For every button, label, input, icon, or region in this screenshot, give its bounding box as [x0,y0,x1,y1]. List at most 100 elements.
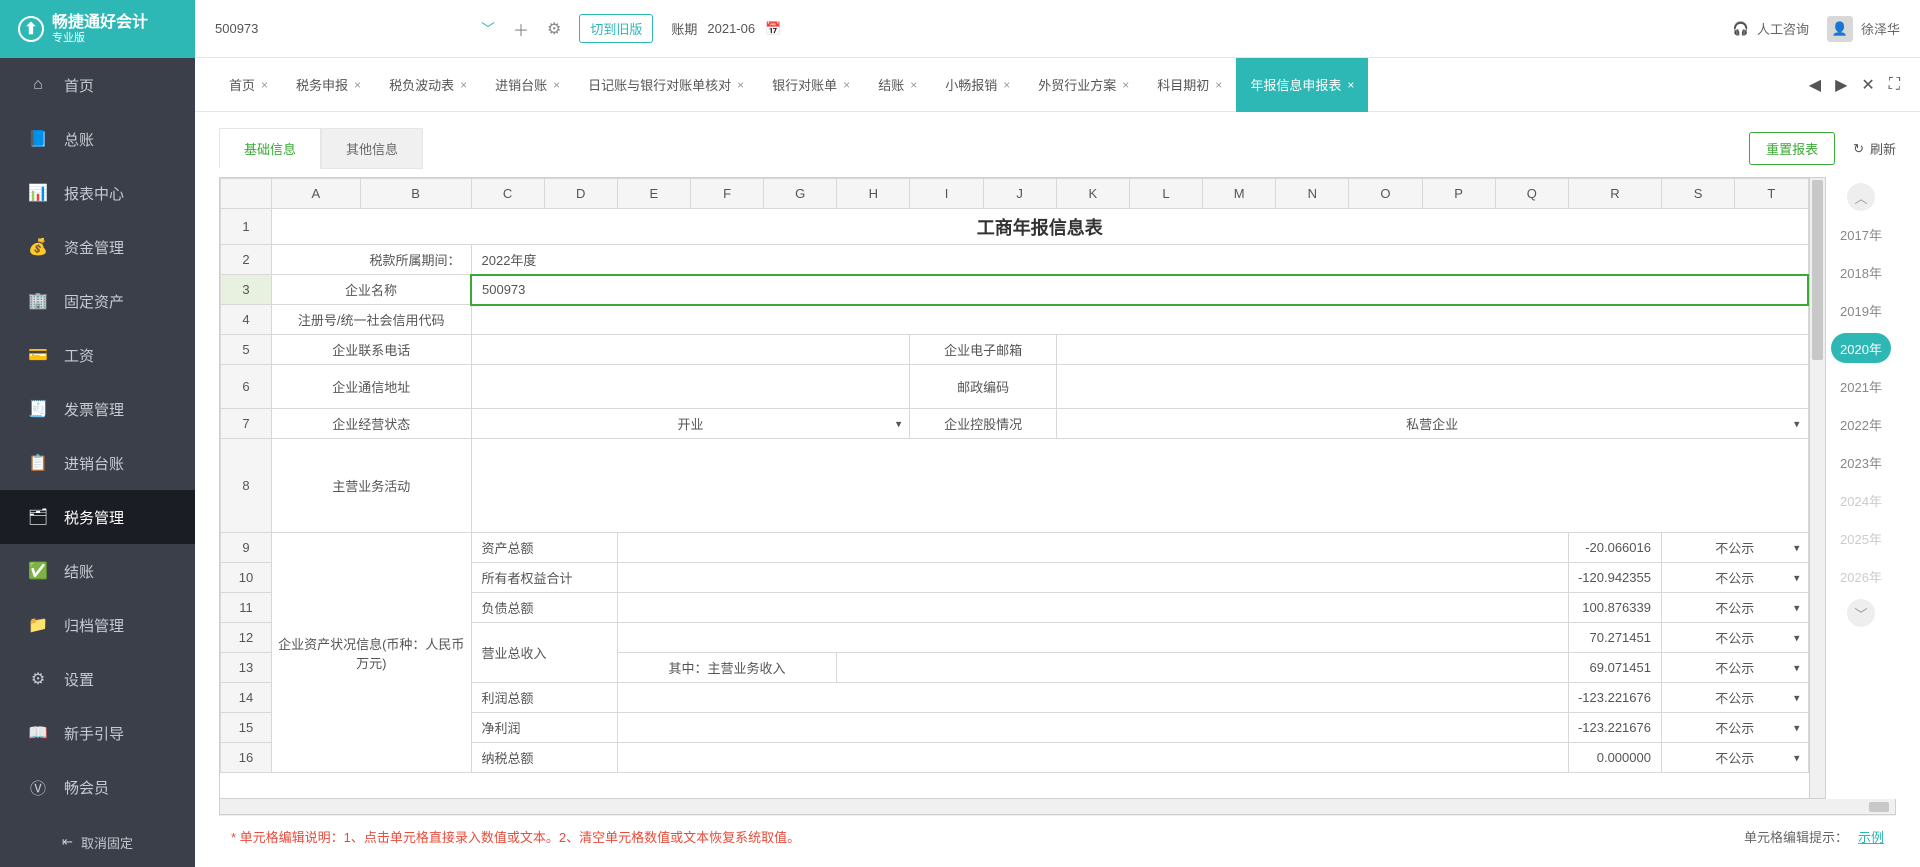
nav-item-10[interactable]: 📁归档管理 [0,598,195,652]
nav-item-9[interactable]: ✅结账 [0,544,195,598]
company-selector[interactable]: 500973 ﹀ [215,19,495,39]
row-12[interactable]: 12 [221,623,272,653]
col-M[interactable]: M [1203,179,1276,209]
col-C[interactable]: C [471,179,544,209]
phone-cell[interactable] [471,335,910,365]
tab-10[interactable]: 年报信息申报表× [1236,58,1368,112]
fin-mid-11[interactable] [617,593,1568,623]
fin-pub-13[interactable]: 不公示 [1661,653,1808,683]
row-6[interactable]: 6 [221,365,272,409]
fin-pub-14[interactable]: 不公示 [1661,683,1808,713]
nav-item-6[interactable]: 🧾发票管理 [0,382,195,436]
fin-value-11[interactable]: 100.876339 [1568,593,1661,623]
row-3[interactable]: 3 [221,275,272,305]
tab-9[interactable]: 科目期初× [1143,58,1236,112]
nav-item-5[interactable]: 💳工资 [0,328,195,382]
fin-sub-12[interactable] [617,623,1568,653]
col-A[interactable]: A [271,179,360,209]
nav-item-8[interactable]: 🗂税务管理 [0,490,195,544]
subtab-other[interactable]: 其他信息 [321,128,423,169]
col-I[interactable]: I [910,179,983,209]
subtab-basic[interactable]: 基础信息 [219,128,321,169]
year-2022年[interactable]: 2022年 [1831,409,1891,439]
fin-sub-cell[interactable] [837,653,1569,683]
nav-item-4[interactable]: 🏢固定资产 [0,274,195,328]
row-7[interactable]: 7 [221,409,272,439]
fin-mid-10[interactable] [617,563,1568,593]
horizontal-scrollbar[interactable] [219,799,1896,815]
nav-item-11[interactable]: ⚙设置 [0,652,195,706]
example-link[interactable]: 示例 [1858,827,1884,846]
fin-pub-10[interactable]: 不公示 [1661,563,1808,593]
tab-close-icon[interactable]: × [1215,78,1222,92]
fin-value-10[interactable]: -120.942355 [1568,563,1661,593]
row-10[interactable]: 10 [221,563,272,593]
add-icon[interactable]: ＋ [513,17,529,41]
tab-next-icon[interactable]: ▶ [1835,75,1847,95]
fin-pub-11[interactable]: 不公示 [1661,593,1808,623]
tab-1[interactable]: 税务申报× [282,58,375,112]
year-2020年[interactable]: 2020年 [1831,333,1891,363]
col-F[interactable]: F [690,179,763,209]
nav-item-3[interactable]: 💰资金管理 [0,220,195,274]
tab-close-icon[interactable]: × [460,78,467,92]
col-P[interactable]: P [1422,179,1495,209]
tab-close-icon[interactable]: × [843,78,850,92]
fullscreen-icon[interactable]: ⛶ [1889,76,1900,94]
fin-value-13[interactable]: 69.071451 [1568,653,1661,683]
col-B[interactable]: B [360,179,471,209]
col-H[interactable]: H [837,179,910,209]
reg-code-cell[interactable] [471,305,1808,335]
row-14[interactable]: 14 [221,683,272,713]
nav-item-2[interactable]: 📊报表中心 [0,166,195,220]
refresh-button[interactable]: ↻ 刷新 [1853,139,1896,158]
fin-pub-16[interactable]: 不公示 [1661,743,1808,773]
row-15[interactable]: 15 [221,713,272,743]
col-S[interactable]: S [1661,179,1734,209]
tab-prev-icon[interactable]: ◀ [1809,75,1821,95]
year-down-icon[interactable]: ﹀ [1847,599,1875,627]
mainbiz-cell[interactable] [471,439,1808,533]
col-N[interactable]: N [1276,179,1349,209]
fin-mid-16[interactable] [617,743,1568,773]
nav-item-1[interactable]: 📘总账 [0,112,195,166]
fin-value-16[interactable]: 0.000000 [1568,743,1661,773]
nav-item-13[interactable]: Ⓥ畅会员 [0,760,195,814]
col-L[interactable]: L [1129,179,1202,209]
year-2021年[interactable]: 2021年 [1831,371,1891,401]
fin-value-15[interactable]: -123.221676 [1568,713,1661,743]
reset-button[interactable]: 重置报表 [1749,132,1835,165]
row-5[interactable]: 5 [221,335,272,365]
nav-item-7[interactable]: 📋进销台账 [0,436,195,490]
tab-close-icon[interactable]: × [1003,78,1010,92]
support-button[interactable]: 🎧 人工咨询 [1733,19,1809,38]
email-cell[interactable] [1056,335,1808,365]
row-13[interactable]: 13 [221,653,272,683]
nav-item-12[interactable]: 📖新手引导 [0,706,195,760]
col-G[interactable]: G [764,179,837,209]
row-4[interactable]: 4 [221,305,272,335]
tab-close-icon[interactable]: × [1122,78,1129,92]
row-2[interactable]: 2 [221,245,272,275]
col-E[interactable]: E [617,179,690,209]
corner-cell[interactable] [221,179,272,209]
fin-pub-9[interactable]: 不公示 [1661,533,1808,563]
fin-mid-15[interactable] [617,713,1568,743]
col-T[interactable]: T [1735,179,1808,209]
user-menu[interactable]: 👤 徐泽华 [1827,16,1900,42]
fin-pub-12[interactable]: 不公示 [1661,623,1808,653]
fin-value-12[interactable]: 70.271451 [1568,623,1661,653]
year-2017年[interactable]: 2017年 [1831,219,1891,249]
tab-3[interactable]: 进销台账× [481,58,574,112]
fin-value-9[interactable]: -20.066016 [1568,533,1661,563]
year-2023年[interactable]: 2023年 [1831,447,1891,477]
fin-mid-9[interactable] [617,533,1568,563]
tab-close-icon[interactable]: × [553,78,560,92]
col-K[interactable]: K [1056,179,1129,209]
tab-close-icon[interactable]: × [737,78,744,92]
tab-5[interactable]: 银行对账单× [758,58,864,112]
tab-close-all-icon[interactable]: ✕ [1861,75,1874,95]
vertical-scrollbar[interactable] [1810,177,1826,799]
col-D[interactable]: D [544,179,617,209]
old-version-button[interactable]: 切到旧版 [579,14,653,43]
